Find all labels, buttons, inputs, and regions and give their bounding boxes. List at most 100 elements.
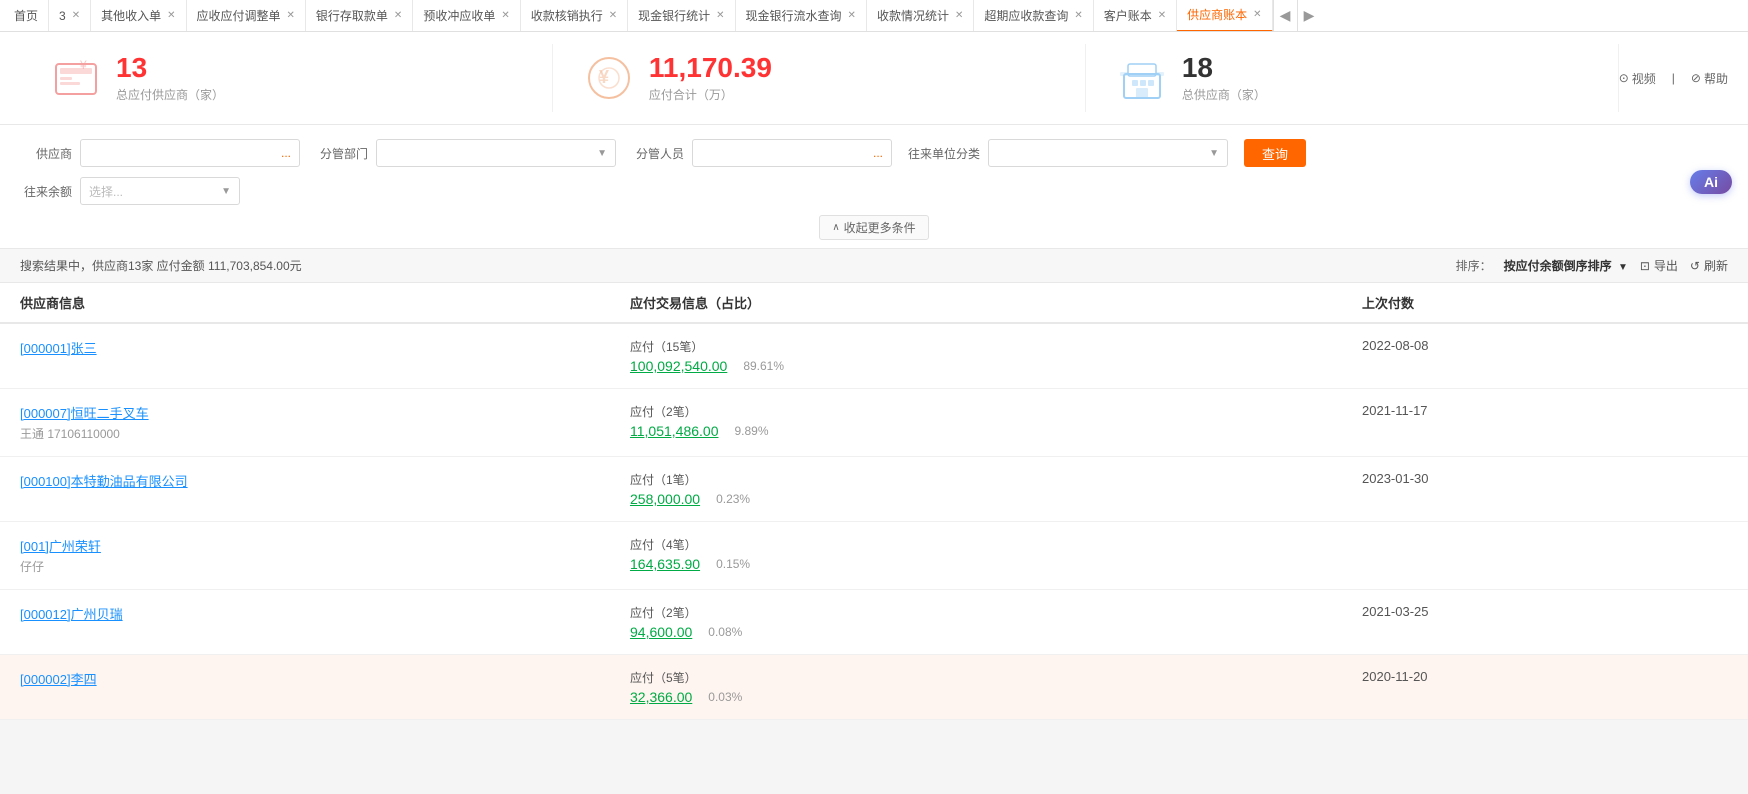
transaction-percentage: 9.89% [735,424,769,438]
supplier-info-cell: [000007]恒旺二手叉车 王通 17106110000 [20,403,630,442]
video-btn[interactable]: ⊙ 视频 [1619,70,1656,87]
stat-card-payable-suppliers: ¥ 13 总应付供应商（家） [20,44,553,112]
nav-tab-home[interactable]: 首页 [4,0,49,32]
nav-tab-overdue[interactable]: 超期应收款查询 ✕ [974,0,1093,32]
filter-item-category: 往来单位分类 ▼ [908,139,1228,167]
table-row[interactable]: [000100]本特勤油品有限公司 应付（1笔） 258,000.00 0.23… [0,457,1748,522]
transaction-label: 应付（15笔） [630,338,1362,355]
last-payment-date: 2022-08-08 [1362,338,1429,353]
nav-tab-advance-collect-label: 预收冲应收单 [423,7,495,24]
video-icon: ⊙ [1619,71,1629,85]
table-row[interactable]: [000002]李四 应付（5笔） 32,366.00 0.03% 2020-1… [0,655,1748,720]
supplier-info-cell: [000001]张三 [20,338,630,357]
close-icon[interactable]: ✕ [716,10,724,21]
nav-tab-other-income[interactable]: 其他收入单 ✕ [91,0,186,32]
transaction-amount[interactable]: 164,635.90 [630,556,700,572]
svg-text:¥: ¥ [79,58,87,72]
close-icon[interactable]: ✕ [394,10,402,21]
nav-tab-supplier-account[interactable]: 供应商账本 ✕ [1177,0,1272,32]
table-row[interactable]: [001]广州荣轩 仔仔 应付（4笔） 164,635.90 0.15% [0,522,1748,590]
refresh-button[interactable]: ↺ 刷新 [1690,257,1728,274]
query-button[interactable]: 查询 [1244,139,1306,167]
nav-tab-3[interactable]: 3 ✕ [49,0,91,32]
table-row[interactable]: [000001]张三 应付（15笔） 100,092,540.00 89.61%… [0,324,1748,389]
supplier-link[interactable]: [001]广州荣轩 [20,539,101,554]
close-icon[interactable]: ✕ [1074,10,1082,21]
help-btn[interactable]: ⊘ 帮助 [1691,70,1728,87]
supplier-link[interactable]: [000100]本特勤油品有限公司 [20,474,188,489]
supplier-dots-icon: ... [281,146,291,160]
close-icon[interactable]: ✕ [848,10,856,21]
nav-tab-cash-bank-stat[interactable]: 现金银行统计 ✕ [628,0,735,32]
collapse-row: ∧ 收起更多条件 [20,215,1728,240]
nav-tab-bank-deposit[interactable]: 银行存取款单 ✕ [306,0,413,32]
transaction-row: 94,600.00 0.08% [630,624,1362,640]
close-icon[interactable]: ✕ [501,10,509,21]
transaction-amount[interactable]: 11,051,486.00 [630,423,719,439]
supplier-info-cell: [001]广州荣轩 仔仔 [20,536,630,575]
supplier-link[interactable]: [000007]恒旺二手叉车 [20,406,149,421]
stat-card-payable-amount: ¥ 11,170.39 应付合计（万） [553,44,1086,112]
stat-info-payable: 13 总应付供应商（家） [116,54,224,103]
stat-info-total: 18 总供应商（家） [1182,54,1266,103]
stat-info-amount: 11,170.39 应付合计（万） [649,54,772,103]
supplier-link[interactable]: [000012]广州贝瑞 [20,607,123,622]
data-table: 供应商信息 应付交易信息（占比） 上次付数 [000001]张三 应付（15笔）… [0,283,1748,720]
nav-arrow-right[interactable]: ▶ [1297,0,1321,32]
transaction-amount[interactable]: 258,000.00 [630,491,700,507]
nav-tab-ap-adjust-label: 应收应付调整单 [197,7,281,24]
table-row[interactable]: [000007]恒旺二手叉车 王通 17106110000 应付（2笔） 11,… [0,389,1748,457]
balance-placeholder: 选择... [89,183,123,200]
close-icon[interactable]: ✕ [167,10,175,21]
close-icon[interactable]: ✕ [609,10,617,21]
last-payment-date: 2020-11-20 [1362,669,1428,684]
person-input[interactable]: ... [692,139,892,167]
nav-arrow-left[interactable]: ◀ [1273,0,1297,32]
nav-tab-ap-adjust[interactable]: 应收应付调整单 ✕ [187,0,306,32]
close-icon[interactable]: ✕ [1158,10,1166,21]
transaction-amount[interactable]: 100,092,540.00 [630,358,727,374]
last-payment-cell: 2020-11-20 [1362,669,1728,684]
transaction-info: 应付（4笔） 164,635.90 0.15% [630,536,1362,572]
last-payment-cell: 2021-11-17 [1362,403,1728,418]
nav-tab-advance-collect[interactable]: 预收冲应收单 ✕ [413,0,520,32]
supplier-label: 供应商 [20,145,72,162]
collapse-button[interactable]: ∧ 收起更多条件 [819,215,928,240]
supplier-input[interactable]: ... [80,139,300,167]
supplier-sub: 仔仔 [20,558,630,575]
supplier-link[interactable]: [000002]李四 [20,672,97,687]
ai-badge[interactable]: Ai [1690,170,1732,194]
transaction-row: 32,366.00 0.03% [630,689,1362,705]
filter-item-person: 分管人员 ... [632,139,892,167]
transaction-amount[interactable]: 94,600.00 [630,624,692,640]
export-button[interactable]: ⊡ 导出 [1640,257,1678,274]
payable-amount-number: 11,170.39 [649,54,772,82]
total-suppliers-icon [1116,52,1168,104]
filter-row-2: 往来余额 选择... ▼ [20,177,1728,205]
result-actions: 排序： 按应付余额倒序排序 ▼ ⊡ 导出 ↺ 刷新 [1456,257,1728,274]
collapse-label: 收起更多条件 [844,219,916,236]
table-body: [000001]张三 应付（15笔） 100,092,540.00 89.61%… [0,324,1748,720]
category-input[interactable]: ▼ [988,139,1228,167]
person-dots-icon: ... [873,146,883,160]
table-header: 供应商信息 应付交易信息（占比） 上次付数 [0,283,1748,324]
transaction-amount[interactable]: 32,366.00 [630,689,692,705]
supplier-link[interactable]: [000001]张三 [20,341,97,356]
nav-tab-customer[interactable]: 客户账本 ✕ [1094,0,1177,32]
last-payment-date: 2021-03-25 [1362,604,1429,619]
nav-tab-collection-stat[interactable]: 收款情况统计 ✕ [867,0,974,32]
nav-tab-cash-bank-stat-label: 现金银行统计 [638,7,710,24]
close-icon[interactable]: ✕ [955,10,963,21]
close-icon[interactable]: ✕ [1253,9,1261,20]
nav-tab-collection-exec[interactable]: 收款核销执行 ✕ [521,0,628,32]
close-icon[interactable]: ✕ [72,10,80,21]
dept-input[interactable]: ▼ [376,139,616,167]
transaction-label: 应付（4笔） [630,536,1362,553]
transaction-row: 100,092,540.00 89.61% [630,358,1362,374]
sort-value[interactable]: 按应付余额倒序排序 ▼ [1504,257,1628,274]
balance-input[interactable]: 选择... ▼ [80,177,240,205]
close-icon[interactable]: ✕ [287,10,295,21]
table-row[interactable]: [000012]广州贝瑞 应付（2笔） 94,600.00 0.08% 2021… [0,590,1748,655]
nav-tab-customer-label: 客户账本 [1104,7,1152,24]
nav-tab-cash-bank-flow[interactable]: 现金银行流水查询 ✕ [736,0,867,32]
